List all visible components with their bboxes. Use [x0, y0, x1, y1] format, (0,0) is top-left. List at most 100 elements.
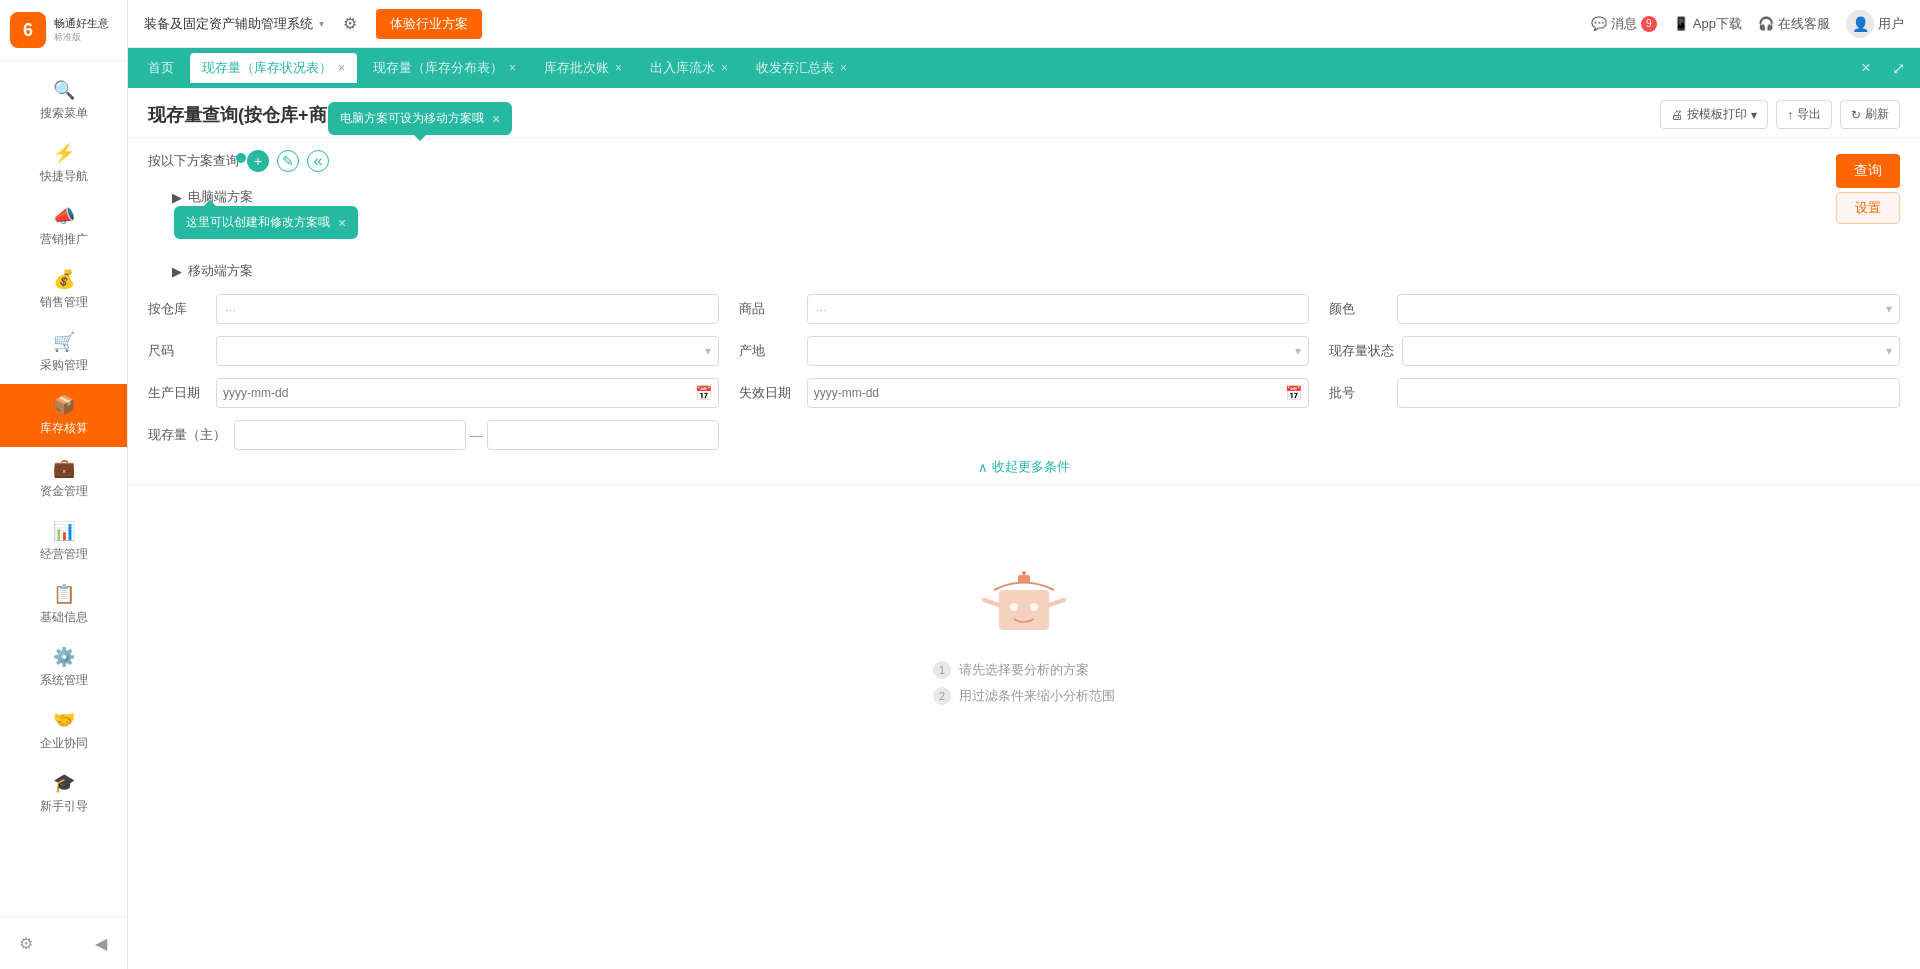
export-btn[interactable]: ↑ 导出	[1776, 100, 1832, 129]
filter-mfg-date: 生产日期 📅	[148, 378, 719, 408]
arrow-icon: ▶	[172, 190, 182, 205]
sidebar-item-base[interactable]: 📋 基础信息	[0, 573, 127, 636]
filter-grid: 按仓库 ··· 商品 ··· 颜色	[148, 294, 1900, 450]
operation-icon: 📊	[53, 520, 75, 542]
empty-steps: 1 请先选择要分析的方案 2 用过滤条件来缩小分析范围	[933, 661, 1115, 705]
app-download-btn[interactable]: 📱 App下载	[1673, 15, 1742, 33]
message-icon: 💬	[1591, 16, 1607, 31]
tab-close-icon[interactable]: ×	[509, 62, 516, 74]
finance-icon: 💼	[53, 457, 75, 479]
sidebar-item-purchase[interactable]: 🛒 采购管理	[0, 321, 127, 384]
refresh-btn[interactable]: ↻ 刷新	[1840, 100, 1900, 129]
calendar-icon[interactable]: 📅	[695, 385, 712, 401]
sidebar-item-system[interactable]: ⚙️ 系统管理	[0, 636, 127, 699]
warehouse-label: 按仓库	[148, 300, 208, 318]
filter-color: 颜色	[1329, 294, 1900, 324]
batch-no-input[interactable]	[1397, 378, 1900, 408]
filter-goods: 商品 ···	[739, 294, 1310, 324]
empty-step-2: 2 用过滤条件来缩小分析范围	[933, 687, 1115, 705]
calendar-icon[interactable]: 📅	[1285, 385, 1302, 401]
marketing-icon: 📣	[53, 205, 75, 227]
sidebar-item-marketing[interactable]: 📣 营销推广	[0, 195, 127, 258]
header-settings-btn[interactable]: ⚙	[336, 10, 364, 38]
sidebar-item-label: 营销推广	[40, 231, 88, 248]
tooltip-close-icon[interactable]: ×	[338, 215, 346, 231]
stock-qty-min-input[interactable]	[234, 420, 466, 450]
sidebar-collapse-btn[interactable]: ◀	[87, 929, 115, 957]
print-template-btn[interactable]: 🖨 按模板打印 ▾	[1660, 100, 1768, 129]
tab-inventory-distribution[interactable]: 现存量（库存分布表） ×	[361, 53, 528, 83]
sidebar-item-guide[interactable]: 🎓 新手引导	[0, 762, 127, 825]
user-btn[interactable]: 👤 用户	[1846, 10, 1904, 38]
stock-qty-label: 现存量（主）	[148, 426, 226, 444]
filter-label: 按以下方案查询	[148, 152, 239, 170]
origin-label: 产地	[739, 342, 799, 360]
tab-bar-end: × ⤢	[1852, 54, 1912, 82]
tab-close-icon[interactable]: ×	[338, 62, 345, 74]
industry-btn[interactable]: 体验行业方案	[376, 9, 482, 39]
color-select[interactable]	[1397, 294, 1900, 324]
top-header: 装备及固定资产辅助管理系统 ▾ ⚙ 体验行业方案 💬 消息 9 📱 App下载 …	[128, 0, 1920, 48]
exp-date-input-wrap[interactable]: 📅	[807, 378, 1310, 408]
size-select[interactable]	[216, 336, 719, 366]
message-btn[interactable]: 💬 消息 9	[1591, 15, 1657, 33]
tab-bar: 首页 现存量（库存状况表） × 现存量（库存分布表） × 库存批次账 × 出入库…	[128, 48, 1920, 88]
goods-label: 商品	[739, 300, 799, 318]
back-btn[interactable]: «	[307, 150, 329, 172]
origin-select-wrap[interactable]	[807, 336, 1310, 366]
schema-desktop-item[interactable]: ▶ 电脑端方案	[164, 184, 1900, 210]
tab-close-icon[interactable]: ×	[840, 62, 847, 74]
sidebar-nav: 🔍 搜索菜单 ⚡ 快捷导航 📣 营销推广 💰 销售管理 🛒 采购管理 📦 库存核…	[0, 61, 127, 916]
sidebar-settings-btn[interactable]: ⚙	[12, 929, 40, 957]
enterprise-icon: 🤝	[53, 709, 75, 731]
tab-batch-account[interactable]: 库存批次账 ×	[532, 53, 634, 83]
online-support-btn[interactable]: 🎧 在线客服	[1758, 15, 1830, 33]
sidebar-item-label: 库存核算	[40, 420, 88, 437]
sidebar-item-finance[interactable]: 💼 资金管理	[0, 447, 127, 510]
origin-select[interactable]	[807, 336, 1310, 366]
stock-qty-max-input[interactable]	[487, 420, 719, 450]
sidebar-item-search[interactable]: 🔍 搜索菜单	[0, 69, 127, 132]
sidebar-logo: 6 畅通好生意 标准版	[0, 0, 127, 61]
tab-inventory-status[interactable]: 现存量（库存状况表） ×	[190, 53, 357, 83]
tab-maximize-btn[interactable]: ⤢	[1884, 54, 1912, 82]
sidebar-footer: ⚙ ◀	[0, 916, 127, 969]
tooltip-close-icon[interactable]: ×	[492, 111, 500, 127]
collapse-btn[interactable]: ∧ 收起更多条件	[978, 458, 1070, 476]
color-select-wrap[interactable]	[1397, 294, 1900, 324]
tab-close-icon[interactable]: ×	[721, 62, 728, 74]
schema-mobile-item[interactable]: ▶ 移动端方案	[164, 258, 1900, 284]
tab-close-all-btn[interactable]: ×	[1852, 54, 1880, 82]
empty-state: 1 请先选择要分析的方案 2 用过滤条件来缩小分析范围	[128, 485, 1920, 765]
stock-status-select[interactable]	[1402, 336, 1900, 366]
stock-status-select-wrap[interactable]	[1402, 336, 1900, 366]
sidebar-item-quick[interactable]: ⚡ 快捷导航	[0, 132, 127, 195]
brand-name: 畅通好生意	[54, 16, 109, 30]
settings-button[interactable]: 设置	[1836, 192, 1900, 224]
query-button[interactable]: 查询	[1836, 154, 1900, 188]
sidebar-item-operation[interactable]: 📊 经营管理	[0, 510, 127, 573]
header-right: 💬 消息 9 📱 App下载 🎧 在线客服 👤 用户	[1591, 10, 1904, 38]
exp-date-input[interactable]	[814, 386, 1282, 400]
mfg-date-input[interactable]	[223, 386, 691, 400]
dropdown-arrow-icon: ▾	[1751, 108, 1757, 122]
tab-receive-summary[interactable]: 收发存汇总表 ×	[744, 53, 859, 83]
warehouse-dots: ···	[225, 302, 236, 317]
svg-rect-5	[1018, 575, 1030, 583]
size-select-wrap[interactable]	[216, 336, 719, 366]
sidebar-item-label: 系统管理	[40, 672, 88, 689]
tab-home[interactable]: 首页	[136, 53, 186, 83]
edit-schema-btn[interactable]: ✎	[277, 150, 299, 172]
mfg-date-input-wrap[interactable]: 📅	[216, 378, 719, 408]
add-schema-btn[interactable]: +	[247, 150, 269, 172]
filter-origin: 产地	[739, 336, 1310, 366]
tab-inout-flow[interactable]: 出入库流水 ×	[638, 53, 740, 83]
tab-close-icon[interactable]: ×	[615, 62, 622, 74]
sidebar-item-label: 销售管理	[40, 294, 88, 311]
sidebar-item-sales[interactable]: 💰 销售管理	[0, 258, 127, 321]
sidebar-item-enterprise[interactable]: 🤝 企业协同	[0, 699, 127, 762]
page-content: 现存量查询(按仓库+商品) 🖨 按模板打印 ▾ ↑ 导出 ↻ 刷新	[128, 88, 1920, 969]
tooltip-text: 电脑方案可设为移动方案哦	[340, 110, 484, 127]
sidebar-item-inventory[interactable]: 📦 库存核算	[0, 384, 127, 447]
collapse-row: ∧ 收起更多条件	[148, 450, 1900, 480]
